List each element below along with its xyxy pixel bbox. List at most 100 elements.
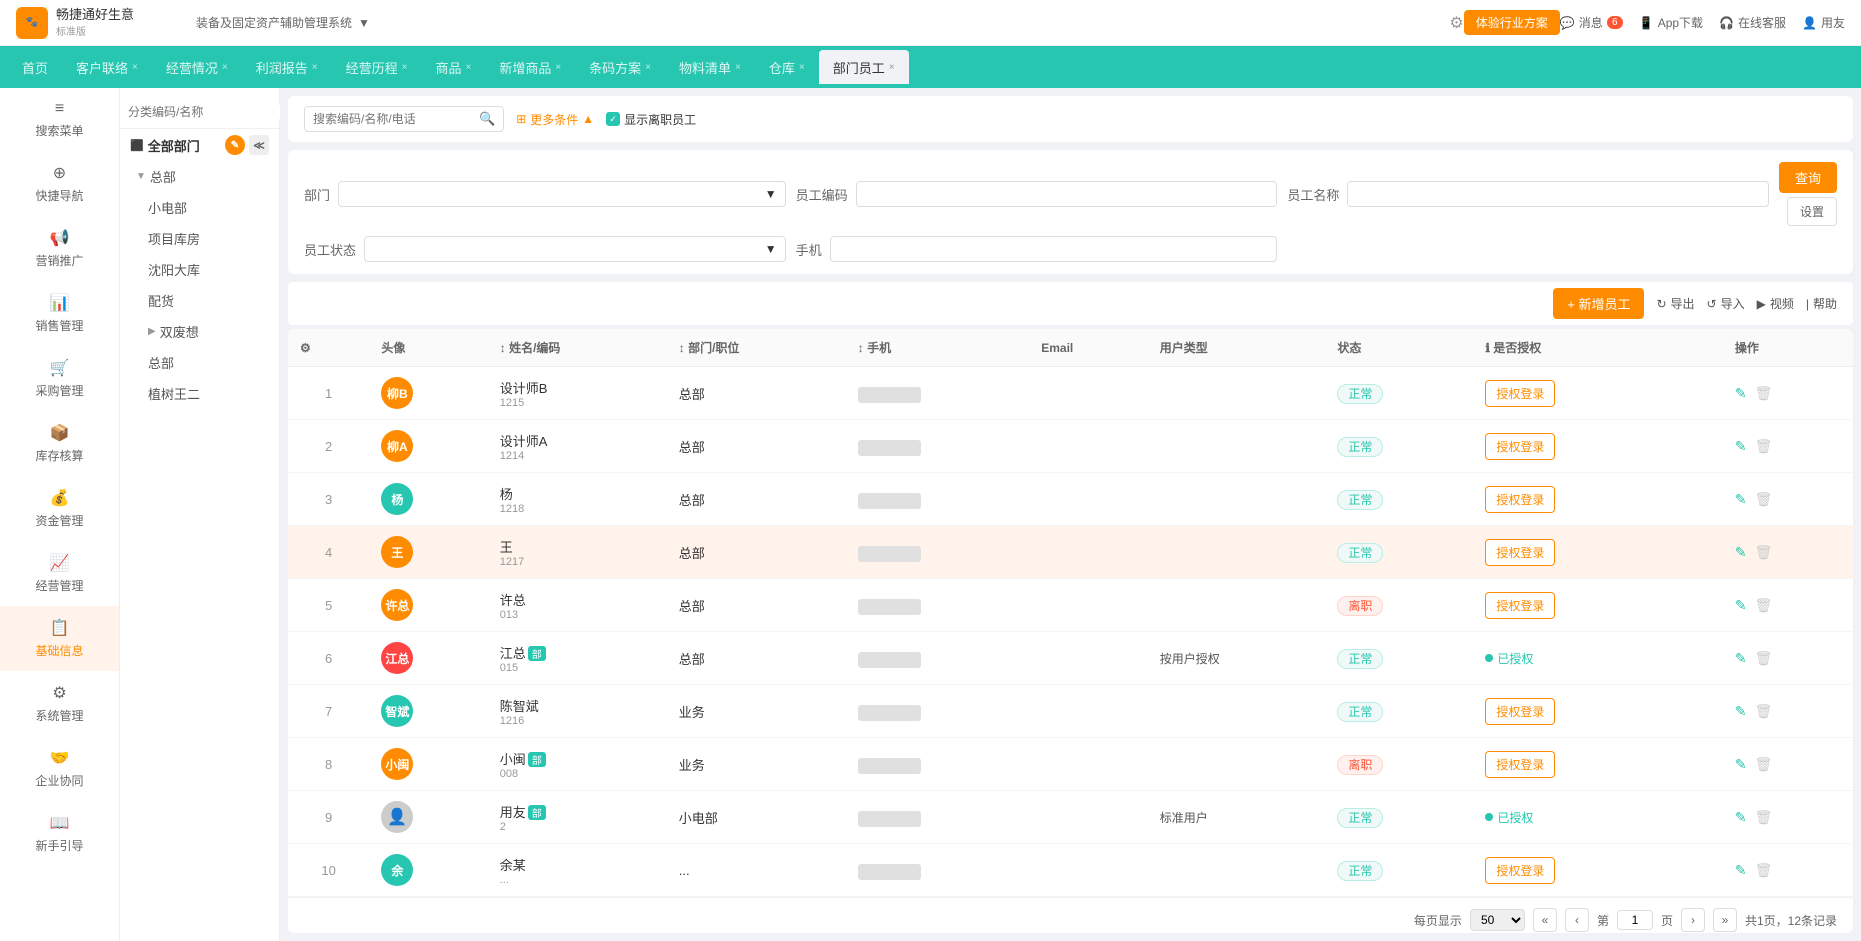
edit-icon[interactable]: ✎ [1735, 650, 1747, 667]
auth-login-button[interactable]: 授权登录 [1485, 433, 1555, 460]
tree-item-shuangfei[interactable]: ▶ 双废想 [120, 316, 279, 347]
col-name[interactable]: ↕ 姓名/编码 [488, 329, 667, 367]
tab-add-goods-close[interactable]: × [555, 62, 561, 73]
dept-select[interactable]: ▼ [338, 181, 786, 207]
tree-item-xiaodian[interactable]: 小电部 [120, 192, 279, 223]
tab-warehouse[interactable]: 仓库 × [755, 50, 819, 84]
edit-icon[interactable]: ✎ [1735, 597, 1747, 614]
nav-collab[interactable]: 🤝 企业协同 [0, 736, 119, 801]
settings-icon[interactable]: ⚙ [1449, 13, 1463, 33]
delete-icon[interactable]: 🗑 [1755, 756, 1773, 773]
next-page-btn[interactable]: › [1681, 908, 1705, 932]
delete-icon[interactable]: 🗑 [1755, 703, 1773, 720]
view-btn[interactable]: ▶ 视频 [1757, 295, 1794, 312]
delete-icon[interactable]: 🗑 [1755, 862, 1773, 879]
first-page-btn[interactable]: « [1533, 908, 1557, 932]
edit-icon[interactable]: ✎ [1735, 491, 1747, 508]
message-btn[interactable]: 💬 消息 6 [1560, 14, 1623, 31]
tab-bom[interactable]: 物料清单 × [665, 50, 755, 84]
tab-history[interactable]: 经营历程 × [332, 50, 422, 84]
tab-warehouse-close[interactable]: × [799, 62, 805, 73]
phone-input[interactable] [830, 236, 1278, 262]
nav-finance[interactable]: 💰 资金管理 [0, 476, 119, 541]
col-settings[interactable]: ⚙ [288, 329, 369, 367]
search-icon[interactable]: 🔍 [479, 111, 495, 127]
edit-icon[interactable]: ✎ [1735, 756, 1747, 773]
auth-login-button[interactable]: 授权登录 [1485, 539, 1555, 566]
tree-item-shenyang[interactable]: 沈阳大库 [120, 254, 279, 285]
nav-shortcut[interactable]: ⊕ 快捷导航 [0, 151, 119, 216]
tab-employee-close[interactable]: × [889, 62, 895, 73]
tree-item-project[interactable]: 项目库房 [120, 223, 279, 254]
tab-barcode[interactable]: 条码方案 × [575, 50, 665, 84]
online-service-btn[interactable]: 🎧 在线客服 [1719, 14, 1786, 31]
app-download-btn[interactable]: 📱 App下载 [1639, 14, 1703, 31]
col-dept[interactable]: ↕ 部门/职位 [667, 329, 846, 367]
emp-status-select[interactable]: ▼ [364, 236, 786, 262]
delete-icon[interactable]: 🗑 [1755, 491, 1773, 508]
tab-customer-close[interactable]: × [132, 62, 138, 73]
tab-goods[interactable]: 商品 × [421, 50, 485, 84]
tab-business-close[interactable]: × [222, 62, 228, 73]
tab-history-close[interactable]: × [402, 62, 408, 73]
tree-item-zongbu2[interactable]: 总部 [120, 347, 279, 378]
system-title-dropdown[interactable]: ▼ [358, 16, 370, 30]
help-btn[interactable]: | 帮助 [1806, 295, 1837, 312]
col-phone[interactable]: ↕ 手机 [846, 329, 1029, 367]
last-page-btn[interactable]: » [1713, 908, 1737, 932]
auth-login-button[interactable]: 授权登录 [1485, 751, 1555, 778]
show-resigned-checkbox[interactable]: ✓ 显示离职员工 [606, 111, 696, 128]
query-button[interactable]: 查询 [1779, 162, 1837, 193]
dept-search-input[interactable] [128, 105, 283, 119]
tab-profit-close[interactable]: × [312, 62, 318, 73]
nav-search[interactable]: ≡ 搜索菜单 [0, 88, 119, 151]
tree-item-zhishu[interactable]: 植树王二 [120, 378, 279, 409]
page-input[interactable] [1617, 910, 1653, 930]
tree-edit-icon[interactable]: ✎ [225, 135, 245, 155]
nav-marketing[interactable]: 📢 营销推广 [0, 216, 119, 281]
delete-icon[interactable]: 🗑 [1755, 544, 1773, 561]
auth-login-button[interactable]: 授权登录 [1485, 592, 1555, 619]
delete-icon[interactable]: 🗑 [1755, 438, 1773, 455]
nav-purchase[interactable]: 🛒 采购管理 [0, 346, 119, 411]
more-conditions-btn[interactable]: ⊞ 更多条件 ▲ [516, 111, 594, 128]
tree-collapse-btn[interactable]: ≪ [249, 135, 269, 155]
search-input[interactable] [313, 112, 473, 126]
user-btn[interactable]: 👤 用友 [1802, 14, 1845, 31]
tree-item-zongbu[interactable]: ▼ 总部 [120, 161, 279, 192]
edit-icon[interactable]: ✎ [1735, 809, 1747, 826]
auth-login-button[interactable]: 授权登录 [1485, 380, 1555, 407]
edit-icon[interactable]: ✎ [1735, 862, 1747, 879]
tab-customer[interactable]: 客户联络 × [62, 50, 152, 84]
nav-sales[interactable]: 📊 销售管理 [0, 281, 119, 346]
export-btn[interactable]: ↻ 导出 [1656, 295, 1694, 312]
edit-icon[interactable]: ✎ [1735, 544, 1747, 561]
nav-inventory[interactable]: 📦 库存核算 [0, 411, 119, 476]
edit-icon[interactable]: ✎ [1735, 703, 1747, 720]
tab-business[interactable]: 经营情况 × [152, 50, 242, 84]
auth-login-button[interactable]: 授权登录 [1485, 857, 1555, 884]
emp-name-input[interactable] [1347, 181, 1769, 207]
tree-item-peihuo[interactable]: 配货 [120, 285, 279, 316]
tab-home[interactable]: 首页 [8, 50, 62, 84]
delete-icon[interactable]: 🗑 [1755, 809, 1773, 826]
auth-login-button[interactable]: 授权登录 [1485, 486, 1555, 513]
trial-button[interactable]: 体验行业方案 [1464, 10, 1560, 35]
add-employee-button[interactable]: + 新增员工 [1553, 288, 1644, 319]
auth-login-button[interactable]: 授权登录 [1485, 698, 1555, 725]
edit-icon[interactable]: ✎ [1735, 438, 1747, 455]
nav-system[interactable]: ⚙ 系统管理 [0, 671, 119, 736]
prev-page-btn[interactable]: ‹ [1565, 908, 1589, 932]
tab-add-goods[interactable]: 新增商品 × [485, 50, 575, 84]
per-page-select[interactable]: 50 20 100 [1470, 909, 1525, 931]
nav-guide[interactable]: 📖 新手引导 [0, 801, 119, 866]
nav-basic[interactable]: 📋 基础信息 [0, 606, 119, 671]
tab-employee[interactable]: 部门员工 × [819, 50, 909, 84]
tab-barcode-close[interactable]: × [645, 62, 651, 73]
tab-goods-close[interactable]: × [465, 62, 471, 73]
set-button[interactable]: 设置 [1787, 197, 1837, 226]
delete-icon[interactable]: 🗑 [1755, 385, 1773, 402]
nav-operation[interactable]: 📈 经营管理 [0, 541, 119, 606]
tab-bom-close[interactable]: × [735, 62, 741, 73]
tab-profit[interactable]: 利润报告 × [242, 50, 332, 84]
